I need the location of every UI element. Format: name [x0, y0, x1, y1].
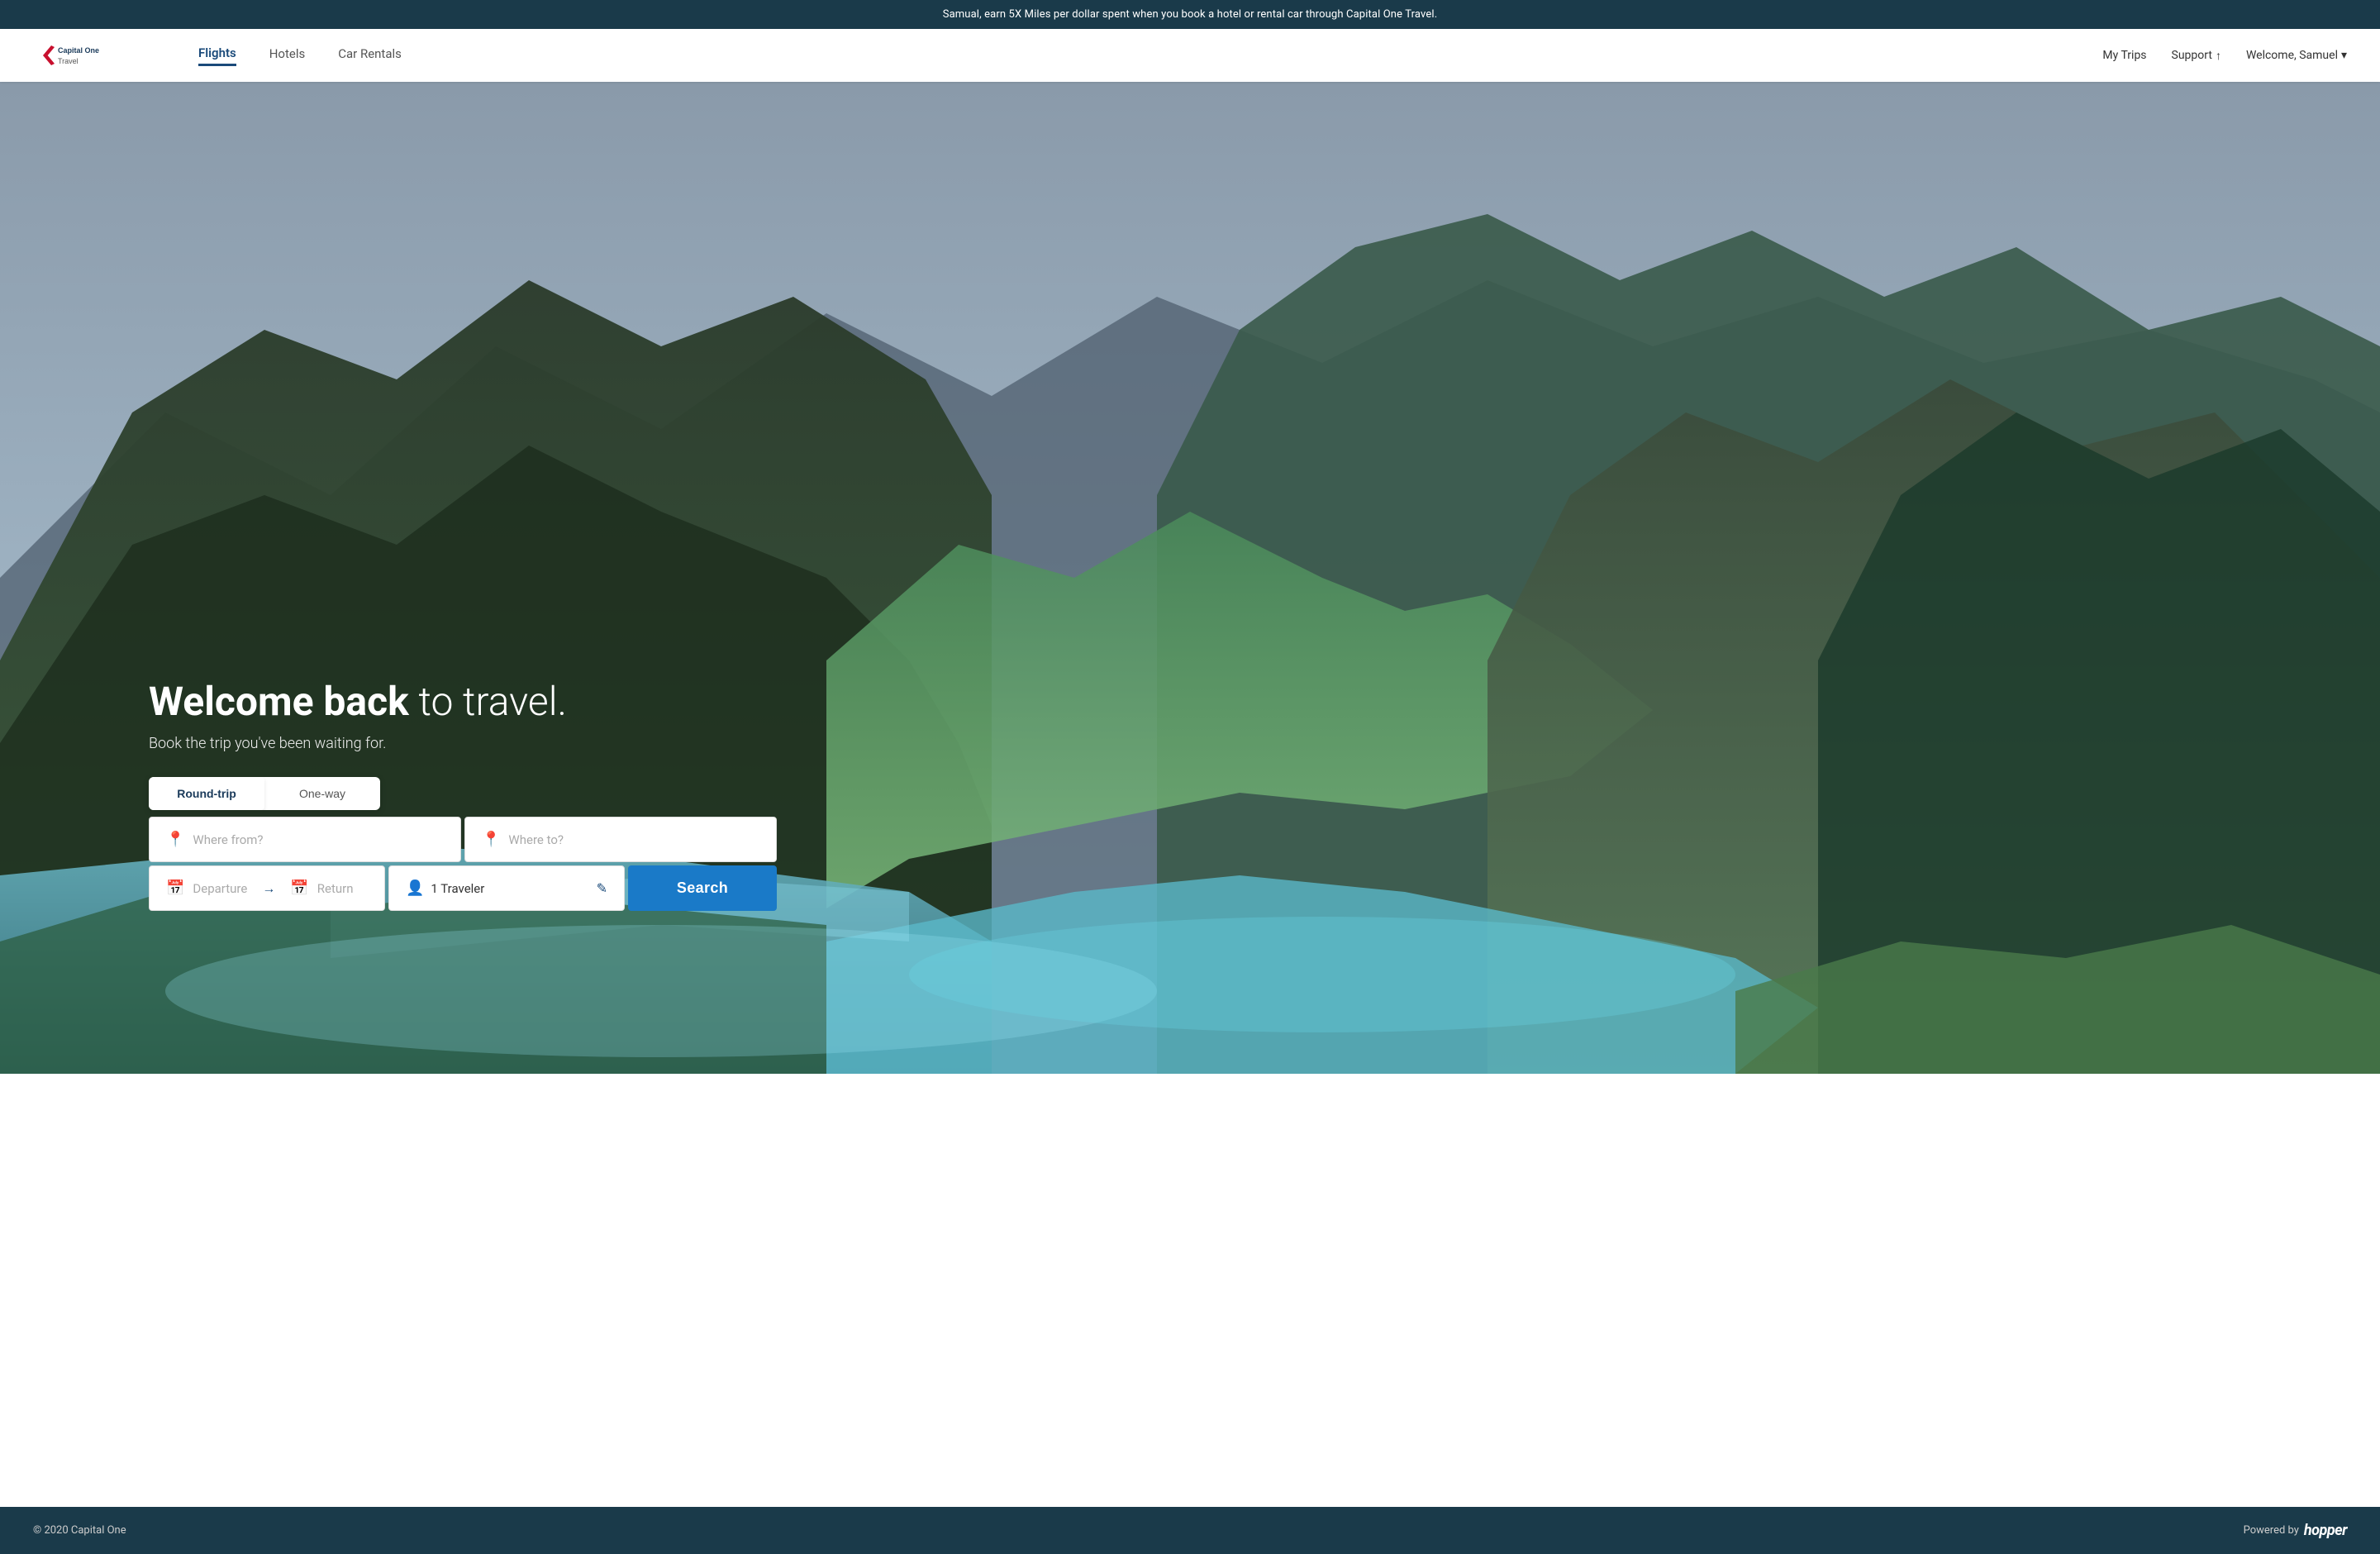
person-icon: 👤 [406, 879, 424, 897]
nav-links: Flights Hotels Car Rentals [198, 45, 2102, 66]
location-row: 📍 Where from? 📍 Where to? [149, 817, 777, 862]
where-to-field[interactable]: 📍 Where to? [464, 817, 777, 862]
hero-background [0, 82, 2380, 1074]
logo: Capital One Travel [33, 39, 149, 72]
hero-subtitle: Book the trip you've been waiting for. [149, 735, 777, 752]
hero-content: Welcome back to travel. Book the trip yo… [149, 678, 777, 912]
my-trips-link[interactable]: My Trips [2102, 49, 2146, 62]
hero-section: Welcome back to travel. Book the trip yo… [0, 82, 2380, 1507]
trip-type-selector: Round-trip One-way [149, 777, 380, 810]
chevron-down-icon: ▾ [2341, 49, 2347, 62]
hopper-brand: hopper [2304, 1522, 2347, 1539]
hero-title: Welcome back to travel. [149, 678, 777, 726]
banner-message: Samual, earn 5X Miles per dollar spent w… [943, 8, 1438, 21]
hero-title-bold: Welcome back [149, 678, 409, 725]
nav-flights[interactable]: Flights [198, 45, 236, 66]
support-label: Support [2172, 49, 2212, 62]
traveler-field[interactable]: 👤 1 Traveler ✎ [388, 865, 625, 911]
destination-pin-icon: 📍 [482, 831, 500, 848]
logo-area[interactable]: Capital One Travel [33, 39, 149, 72]
hero-title-normal: to travel. [409, 678, 567, 725]
support-link[interactable]: Support ↑ [2172, 49, 2221, 63]
search-form: 📍 Where from? 📍 Where to? 📅 Departure → … [149, 817, 777, 911]
svg-text:Capital One: Capital One [58, 46, 99, 55]
where-to-placeholder: Where to? [508, 832, 564, 847]
support-icon: ↑ [2216, 49, 2221, 63]
search-button[interactable]: Search [628, 865, 777, 911]
powered-by: Powered by hopper [2244, 1522, 2347, 1539]
navbar: Capital One Travel Flights Hotels Car Re… [0, 29, 2380, 82]
one-way-button[interactable]: One-way [264, 777, 380, 810]
edit-icon[interactable]: ✎ [597, 880, 607, 896]
footer: © 2020 Capital One Powered by hopper [0, 1507, 2380, 1554]
departure-calendar-icon: 📅 [166, 879, 184, 897]
promo-banner: Samual, earn 5X Miles per dollar spent w… [0, 0, 2380, 29]
nav-right: My Trips Support ↑ Welcome, Samuel ▾ [2102, 49, 2347, 63]
location-pin-icon: 📍 [166, 831, 184, 848]
nav-hotels[interactable]: Hotels [269, 46, 306, 64]
traveler-count: 1 Traveler [431, 881, 484, 896]
departure-field[interactable]: 📅 Departure → 📅 Return [149, 865, 385, 911]
powered-by-label: Powered by [2244, 1524, 2299, 1537]
where-from-field[interactable]: 📍 Where from? [149, 817, 461, 862]
departure-label: Departure [193, 881, 247, 896]
round-trip-button[interactable]: Round-trip [149, 777, 264, 810]
return-label: Return [317, 881, 354, 896]
copyright: © 2020 Capital One [33, 1524, 126, 1537]
return-calendar-icon: 📅 [290, 879, 308, 897]
arrow-right-icon: → [262, 880, 275, 897]
date-traveler-row: 📅 Departure → 📅 Return 👤 1 Traveler ✎ Se… [149, 865, 777, 911]
nav-car-rentals[interactable]: Car Rentals [338, 46, 402, 64]
where-from-placeholder: Where from? [193, 832, 263, 847]
user-menu[interactable]: Welcome, Samuel ▾ [2246, 49, 2347, 62]
welcome-label: Welcome, Samuel [2246, 49, 2338, 62]
svg-text:Travel: Travel [58, 57, 79, 65]
